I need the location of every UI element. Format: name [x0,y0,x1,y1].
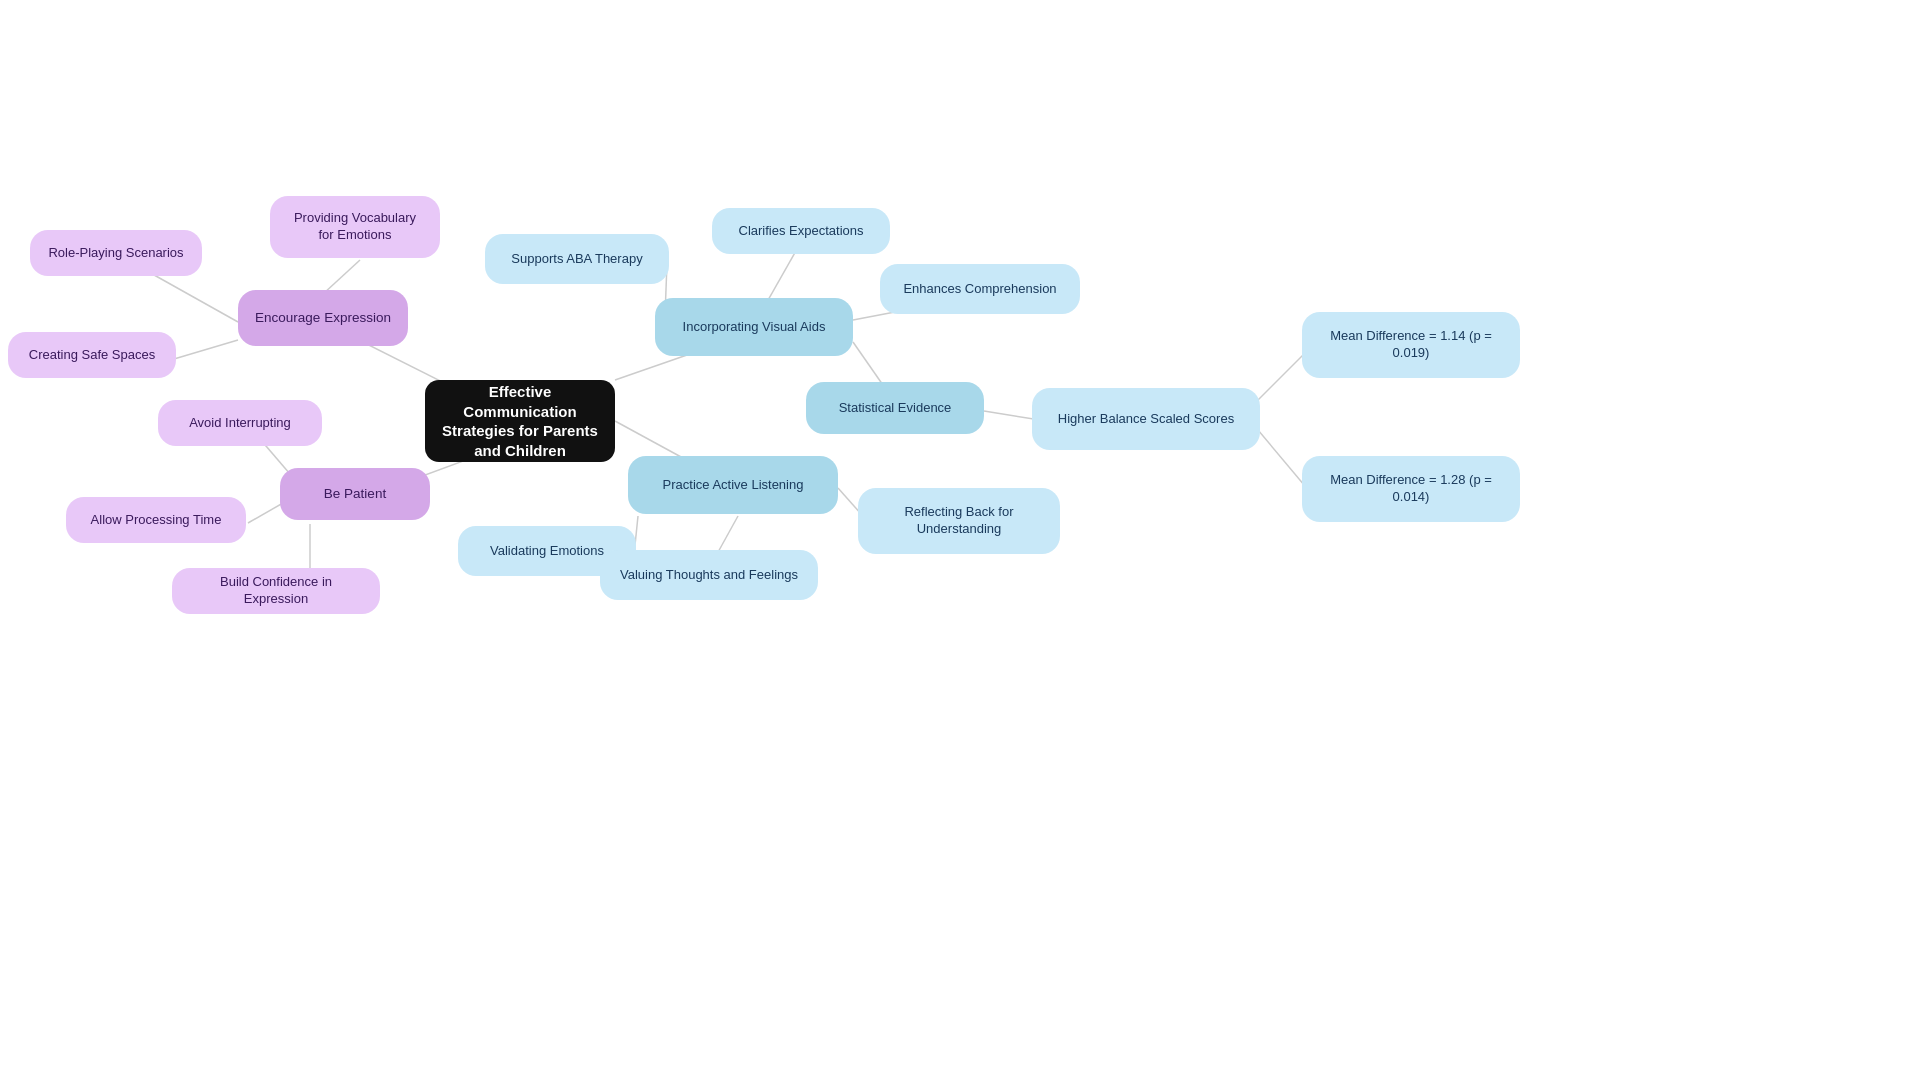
higher-balance-label: Higher Balance Scaled Scores [1058,411,1234,428]
be-patient-node: Be Patient [280,468,430,520]
incorporating-visual-aids-node: Incorporating Visual Aids [655,298,853,356]
avoid-interrupting-node: Avoid Interrupting [158,400,322,446]
reflecting-back-node: Reflecting Back for Understanding [858,488,1060,554]
mean-diff-2-label: Mean Difference = 1.28 (p = 0.014) [1318,472,1504,506]
build-confidence-node: Build Confidence in Expression [172,568,380,614]
enhances-comprehension-label: Enhances Comprehension [903,281,1056,298]
center-node: Effective Communication Strategies for P… [425,380,615,462]
providing-vocabulary-label: Providing Vocabulary for Emotions [286,210,424,244]
supports-aba-label: Supports ABA Therapy [511,251,642,268]
allow-processing-label: Allow Processing Time [91,512,222,529]
enhances-comprehension-node: Enhances Comprehension [880,264,1080,314]
providing-vocabulary-node: Providing Vocabulary for Emotions [270,196,440,258]
validating-emotions-label: Validating Emotions [490,543,604,560]
svg-line-3 [174,340,238,359]
supports-aba-node: Supports ABA Therapy [485,234,669,284]
mean-diff-2-node: Mean Difference = 1.28 (p = 0.014) [1302,456,1520,522]
allow-processing-node: Allow Processing Time [66,497,246,543]
svg-line-19 [717,516,738,554]
higher-balance-node: Higher Balance Scaled Scores [1032,388,1260,450]
svg-line-1 [323,260,360,294]
encourage-expression-label: Encourage Expression [255,309,391,327]
creating-safe-spaces-label: Creating Safe Spaces [29,347,155,364]
practice-active-listening-label: Practice Active Listening [663,477,804,494]
be-patient-label: Be Patient [324,485,386,503]
role-playing-label: Role-Playing Scenarios [48,245,183,262]
build-confidence-label: Build Confidence in Expression [188,574,364,608]
mean-diff-1-node: Mean Difference = 1.14 (p = 0.019) [1302,312,1520,378]
clarifies-expectations-node: Clarifies Expectations [712,208,890,254]
clarifies-expectations-label: Clarifies Expectations [739,223,864,240]
role-playing-node: Role-Playing Scenarios [30,230,202,276]
valuing-thoughts-label: Valuing Thoughts and Feelings [620,567,798,584]
practice-active-listening-node: Practice Active Listening [628,456,838,514]
encourage-expression-node: Encourage Expression [238,290,408,346]
incorporating-visual-aids-label: Incorporating Visual Aids [683,319,826,336]
statistical-evidence-label: Statistical Evidence [839,400,952,417]
valuing-thoughts-node: Valuing Thoughts and Feelings [600,550,818,600]
statistical-evidence-node: Statistical Evidence [806,382,984,434]
center-label: Effective Communication Strategies for P… [441,382,599,460]
mean-diff-1-label: Mean Difference = 1.14 (p = 0.019) [1318,328,1504,362]
creating-safe-spaces-node: Creating Safe Spaces [8,332,176,378]
avoid-interrupting-label: Avoid Interrupting [189,415,291,432]
reflecting-back-label: Reflecting Back for Understanding [874,504,1044,538]
